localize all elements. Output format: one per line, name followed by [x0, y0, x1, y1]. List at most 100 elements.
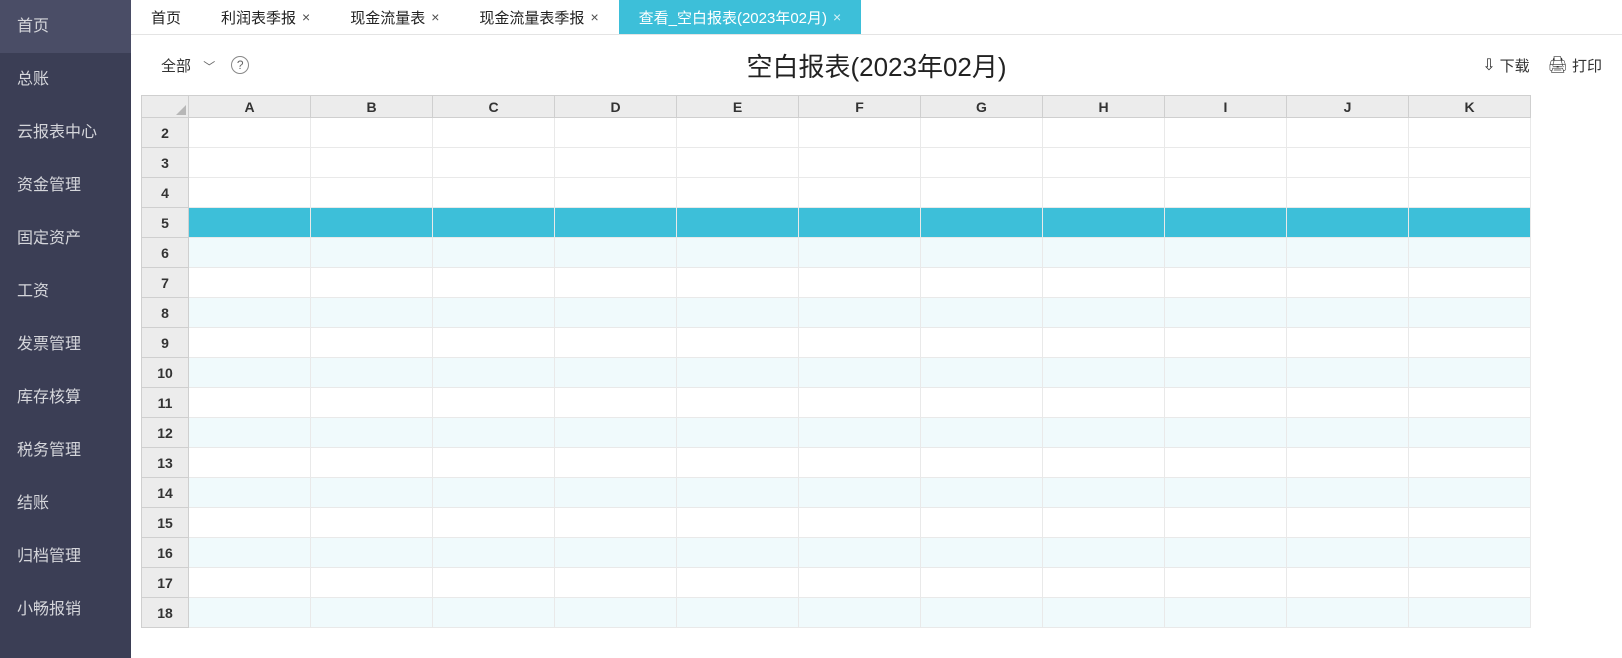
cell-E2[interactable]	[677, 118, 799, 148]
cell-C14[interactable]	[433, 478, 555, 508]
cell-C5[interactable]	[433, 208, 555, 238]
cell-G13[interactable]	[921, 448, 1043, 478]
sidebar-item-10[interactable]: 归档管理	[0, 530, 131, 583]
cell-H9[interactable]	[1043, 328, 1165, 358]
sidebar-item-6[interactable]: 发票管理	[0, 318, 131, 371]
tab-4[interactable]: 查看_空白报表(2023年02月)×	[619, 0, 862, 34]
cell-A5[interactable]	[189, 208, 311, 238]
cell-H2[interactable]	[1043, 118, 1165, 148]
cell-K10[interactable]	[1409, 358, 1531, 388]
cell-A14[interactable]	[189, 478, 311, 508]
cell-K3[interactable]	[1409, 148, 1531, 178]
cell-J4[interactable]	[1287, 178, 1409, 208]
cell-I8[interactable]	[1165, 298, 1287, 328]
sidebar-item-0[interactable]: 首页	[0, 0, 131, 53]
row-header-9[interactable]: 9	[142, 328, 189, 358]
cell-D11[interactable]	[555, 388, 677, 418]
cell-G15[interactable]	[921, 508, 1043, 538]
cell-G7[interactable]	[921, 268, 1043, 298]
cell-F14[interactable]	[799, 478, 921, 508]
cell-F5[interactable]	[799, 208, 921, 238]
cell-D18[interactable]	[555, 598, 677, 628]
cell-I15[interactable]	[1165, 508, 1287, 538]
cell-H11[interactable]	[1043, 388, 1165, 418]
tab-0[interactable]: 首页	[131, 0, 201, 34]
close-icon[interactable]: ×	[833, 9, 841, 25]
cell-E8[interactable]	[677, 298, 799, 328]
cell-E14[interactable]	[677, 478, 799, 508]
cell-K5[interactable]	[1409, 208, 1531, 238]
cell-D16[interactable]	[555, 538, 677, 568]
column-header-F[interactable]: F	[799, 96, 921, 118]
cell-E4[interactable]	[677, 178, 799, 208]
cell-A3[interactable]	[189, 148, 311, 178]
cell-E18[interactable]	[677, 598, 799, 628]
row-header-16[interactable]: 16	[142, 538, 189, 568]
sidebar-item-5[interactable]: 工资	[0, 265, 131, 318]
sidebar-item-8[interactable]: 税务管理	[0, 424, 131, 477]
cell-B3[interactable]	[311, 148, 433, 178]
cell-J16[interactable]	[1287, 538, 1409, 568]
close-icon[interactable]: ×	[431, 9, 439, 25]
cell-I14[interactable]	[1165, 478, 1287, 508]
row-header-18[interactable]: 18	[142, 598, 189, 628]
cell-C18[interactable]	[433, 598, 555, 628]
cell-K15[interactable]	[1409, 508, 1531, 538]
filter-dropdown[interactable]: 全部 ﹀	[161, 55, 215, 76]
cell-I18[interactable]	[1165, 598, 1287, 628]
tab-2[interactable]: 现金流量表×	[330, 0, 459, 34]
close-icon[interactable]: ×	[590, 9, 598, 25]
cell-G12[interactable]	[921, 418, 1043, 448]
cell-J3[interactable]	[1287, 148, 1409, 178]
sidebar-item-7[interactable]: 库存核算	[0, 371, 131, 424]
cell-B7[interactable]	[311, 268, 433, 298]
sidebar-item-2[interactable]: 云报表中心	[0, 106, 131, 159]
print-button[interactable]: 🖨 打印	[1548, 55, 1602, 76]
cell-J10[interactable]	[1287, 358, 1409, 388]
cell-A18[interactable]	[189, 598, 311, 628]
cell-J9[interactable]	[1287, 328, 1409, 358]
cell-K18[interactable]	[1409, 598, 1531, 628]
cell-G3[interactable]	[921, 148, 1043, 178]
cell-H3[interactable]	[1043, 148, 1165, 178]
row-header-8[interactable]: 8	[142, 298, 189, 328]
cell-H16[interactable]	[1043, 538, 1165, 568]
sidebar-item-4[interactable]: 固定资产	[0, 212, 131, 265]
cell-H18[interactable]	[1043, 598, 1165, 628]
cell-J15[interactable]	[1287, 508, 1409, 538]
cell-I17[interactable]	[1165, 568, 1287, 598]
column-header-B[interactable]: B	[311, 96, 433, 118]
cell-H8[interactable]	[1043, 298, 1165, 328]
cell-B9[interactable]	[311, 328, 433, 358]
cell-G11[interactable]	[921, 388, 1043, 418]
cell-H10[interactable]	[1043, 358, 1165, 388]
sidebar-item-3[interactable]: 资金管理	[0, 159, 131, 212]
cell-B13[interactable]	[311, 448, 433, 478]
cell-C13[interactable]	[433, 448, 555, 478]
cell-H4[interactable]	[1043, 178, 1165, 208]
cell-J7[interactable]	[1287, 268, 1409, 298]
cell-A2[interactable]	[189, 118, 311, 148]
row-header-14[interactable]: 14	[142, 478, 189, 508]
cell-K17[interactable]	[1409, 568, 1531, 598]
cell-A8[interactable]	[189, 298, 311, 328]
cell-G17[interactable]	[921, 568, 1043, 598]
cell-B6[interactable]	[311, 238, 433, 268]
cell-I9[interactable]	[1165, 328, 1287, 358]
cell-F4[interactable]	[799, 178, 921, 208]
cell-E5[interactable]	[677, 208, 799, 238]
cell-A12[interactable]	[189, 418, 311, 448]
cell-D12[interactable]	[555, 418, 677, 448]
cell-B17[interactable]	[311, 568, 433, 598]
tab-1[interactable]: 利润表季报×	[201, 0, 330, 34]
cell-E15[interactable]	[677, 508, 799, 538]
row-header-10[interactable]: 10	[142, 358, 189, 388]
cell-J2[interactable]	[1287, 118, 1409, 148]
close-icon[interactable]: ×	[302, 9, 310, 25]
cell-B16[interactable]	[311, 538, 433, 568]
cell-D3[interactable]	[555, 148, 677, 178]
cell-K16[interactable]	[1409, 538, 1531, 568]
cell-K7[interactable]	[1409, 268, 1531, 298]
cell-B8[interactable]	[311, 298, 433, 328]
cell-B5[interactable]	[311, 208, 433, 238]
